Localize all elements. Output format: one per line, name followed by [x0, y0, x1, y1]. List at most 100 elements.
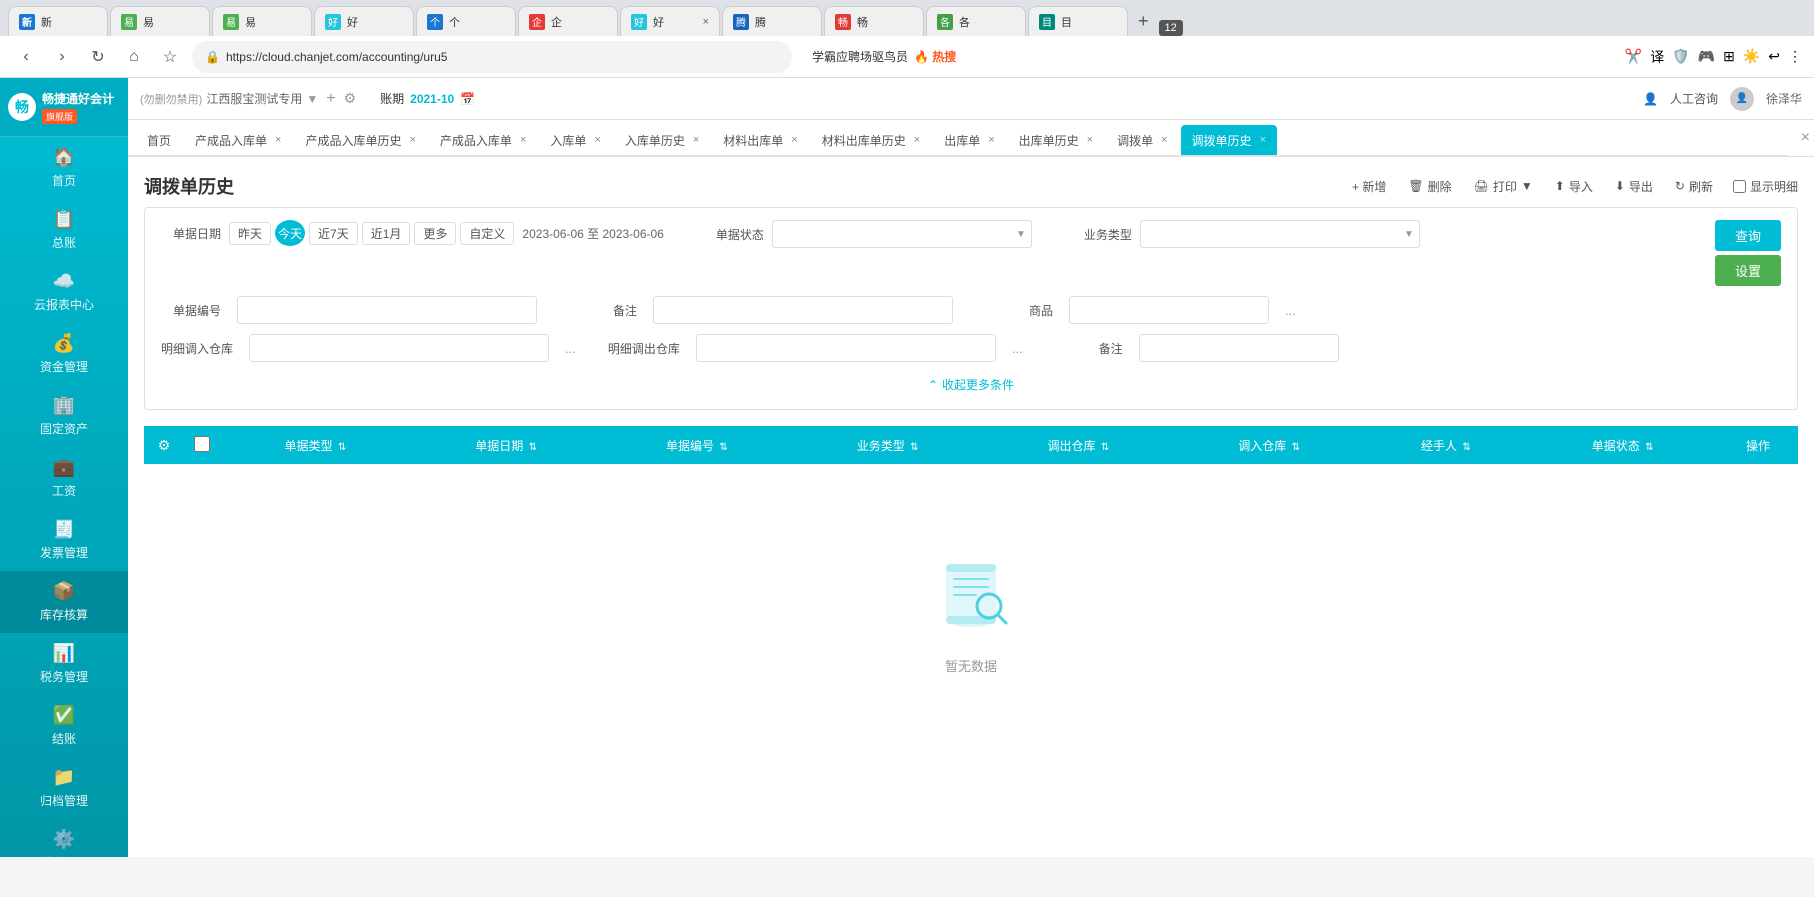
detail-out-input[interactable] [696, 334, 996, 362]
browser-tab-8[interactable]: 腾 腾 [722, 6, 822, 36]
sidebar-item-assets[interactable]: 🏢 固定资产 [0, 385, 128, 447]
table-gear-icon[interactable]: ⚙ [158, 437, 171, 453]
browser-tab-2[interactable]: 易 易 [110, 6, 210, 36]
date-btn-today[interactable]: 今天 [275, 220, 305, 246]
remark-input[interactable] [653, 296, 953, 324]
sort-icon-in-warehouse[interactable]: ⇅ [1292, 442, 1300, 453]
sidebar-item-salary[interactable]: 💼 工资 [0, 447, 128, 509]
tab-finished-goods-in-history[interactable]: 产成品入库单历史 × [294, 125, 426, 155]
nav-menu-icon[interactable]: ⋮ [1788, 48, 1802, 65]
sidebar-item-tax[interactable]: 📊 税务管理 [0, 633, 128, 695]
date-btn-more[interactable]: 更多 [414, 222, 456, 245]
nav-home[interactable]: ⌂ [120, 43, 148, 71]
select-all-checkbox[interactable] [194, 436, 210, 452]
sort-icon-doc-num[interactable]: ⇅ [719, 442, 727, 453]
delete-btn[interactable]: 🗑 删除 [1398, 174, 1461, 199]
collapse-btn[interactable]: ⌃ 收起更多条件 [920, 372, 1022, 397]
user-name[interactable]: 徐泽华 [1766, 90, 1802, 107]
browser-tab-1[interactable]: 新 新 [8, 6, 108, 36]
col-doc-status[interactable]: 单据状态 ⇅ [1527, 426, 1718, 464]
nav-game-icon[interactable]: 🎮 [1698, 48, 1715, 65]
sort-icon-doc-type[interactable]: ⇅ [338, 442, 346, 453]
company-selector[interactable]: (勿删勿禁用) 江西服宝测试专用 ▼ [140, 90, 318, 107]
col-check[interactable] [184, 426, 220, 464]
date-btn-yesterday[interactable]: 昨天 [229, 222, 271, 245]
nav-back[interactable]: ‹ [12, 43, 40, 71]
docnum-input[interactable] [237, 296, 537, 324]
col-settings[interactable]: ⚙ [144, 426, 184, 464]
tab-close-3[interactable]: × [520, 134, 526, 146]
tab-close-11[interactable]: × [1260, 134, 1266, 146]
col-doc-type[interactable]: 单据类型 ⇅ [220, 426, 411, 464]
print-dropdown-icon[interactable]: ▼ [1521, 179, 1533, 193]
nav-tools-icon[interactable]: ✂️ [1625, 48, 1642, 65]
col-handler[interactable]: 经手人 ⇅ [1365, 426, 1528, 464]
sidebar-item-close[interactable]: ✅ 结账 [0, 695, 128, 757]
date-btn-7days[interactable]: 近7天 [309, 222, 358, 245]
sort-icon-out-warehouse[interactable]: ⇅ [1101, 442, 1109, 453]
display-toggle[interactable]: 显示明细 [1733, 178, 1798, 195]
sidebar-item-invoice[interactable]: 🧾 发票管理 [0, 509, 128, 571]
service-btn[interactable]: 人工咨询 [1670, 90, 1718, 107]
export-btn[interactable]: ⬇ 导出 [1605, 174, 1663, 199]
browser-tab-7[interactable]: 好 好 × [620, 6, 720, 36]
date-btn-1month[interactable]: 近1月 [362, 222, 411, 245]
sidebar-item-settings[interactable]: ⚙️ 基础设置 [0, 819, 128, 857]
goods-input[interactable] [1069, 296, 1269, 324]
sidebar-item-ledger[interactable]: 📋 总账 [0, 199, 128, 261]
nav-translate-icon[interactable]: 译 [1650, 47, 1664, 67]
tab-home[interactable]: 首页 [136, 125, 182, 155]
tab-close-2[interactable]: × [409, 134, 415, 146]
import-btn[interactable]: ⬆ 导入 [1545, 174, 1603, 199]
browser-tab-10[interactable]: 各 各 [926, 6, 1026, 36]
detail-in-dots[interactable]: ... [565, 341, 576, 356]
address-bar[interactable]: 🔒 https://cloud.chanjet.com/accounting/u… [192, 41, 792, 73]
settings-filter-btn[interactable]: 设置 [1715, 255, 1781, 286]
sidebar-item-archive[interactable]: 📁 归档管理 [0, 757, 128, 819]
tab-transfer[interactable]: 调拨单 × [1106, 125, 1178, 155]
col-out-warehouse[interactable]: 调出仓库 ⇅ [983, 426, 1174, 464]
browser-tab-3[interactable]: 易 易 [212, 6, 312, 36]
browser-tab-9[interactable]: 畅 畅 [824, 6, 924, 36]
tab-issue[interactable]: 出库单 × [933, 125, 1005, 155]
col-doc-date[interactable]: 单据日期 ⇅ [411, 426, 602, 464]
browser-tab-11[interactable]: 目 目 [1028, 6, 1128, 36]
close-all-tabs-btn[interactable]: × [1797, 125, 1814, 151]
sort-icon-doc-status[interactable]: ⇅ [1645, 442, 1653, 453]
status-select[interactable] [772, 220, 1032, 248]
tab-receipt[interactable]: 入库单 × [539, 125, 611, 155]
nav-refresh[interactable]: ↻ [84, 43, 112, 71]
tab-close-7[interactable]: × [914, 134, 920, 146]
new-tab-button[interactable]: + [1130, 7, 1157, 36]
biztype-select[interactable] [1140, 220, 1420, 248]
tab-material-out[interactable]: 材料出库单 × [712, 125, 808, 155]
tab-transfer-history[interactable]: 调拨单历史 × [1181, 125, 1277, 155]
tab-close-10[interactable]: × [1161, 134, 1167, 146]
col-doc-num[interactable]: 单据编号 ⇅ [602, 426, 793, 464]
nav-shield-icon[interactable]: 🛡️ [1672, 48, 1689, 65]
new-btn[interactable]: + 新增 [1342, 174, 1396, 199]
sidebar-item-inventory[interactable]: 📦 库存核算 [0, 571, 128, 633]
tab-close-1[interactable]: × [275, 134, 281, 146]
detail-out-dots[interactable]: ... [1012, 341, 1023, 356]
browser-tab-5[interactable]: 个 个 [416, 6, 516, 36]
print-btn[interactable]: 🖨 打印 ▼ [1464, 174, 1543, 199]
date-btn-custom[interactable]: 自定义 [460, 222, 514, 245]
remark2-input[interactable] [1139, 334, 1339, 362]
tab-close-5[interactable]: × [693, 134, 699, 146]
tab-close-4[interactable]: × [594, 134, 600, 146]
sidebar-item-reports[interactable]: ☁️ 云报表中心 [0, 261, 128, 323]
sort-icon-biz-type[interactable]: ⇅ [910, 442, 918, 453]
nav-star[interactable]: ☆ [156, 43, 184, 71]
detail-in-input[interactable] [249, 334, 549, 362]
goods-picker-icon[interactable]: ... [1285, 303, 1296, 318]
tab-close-8[interactable]: × [988, 134, 994, 146]
sidebar-item-funds[interactable]: 💰 资金管理 [0, 323, 128, 385]
tab-receipt-history[interactable]: 入库单历史 × [614, 125, 710, 155]
tab-finished-goods-in-2[interactable]: 产成品入库单 × [429, 125, 537, 155]
refresh-btn[interactable]: ↻ 刷新 [1665, 174, 1723, 199]
calendar-icon[interactable]: 📅 [460, 92, 475, 106]
sort-icon-handler[interactable]: ⇅ [1462, 442, 1470, 453]
query-btn[interactable]: 查询 [1715, 220, 1781, 251]
col-biz-type[interactable]: 业务类型 ⇅ [792, 426, 983, 464]
